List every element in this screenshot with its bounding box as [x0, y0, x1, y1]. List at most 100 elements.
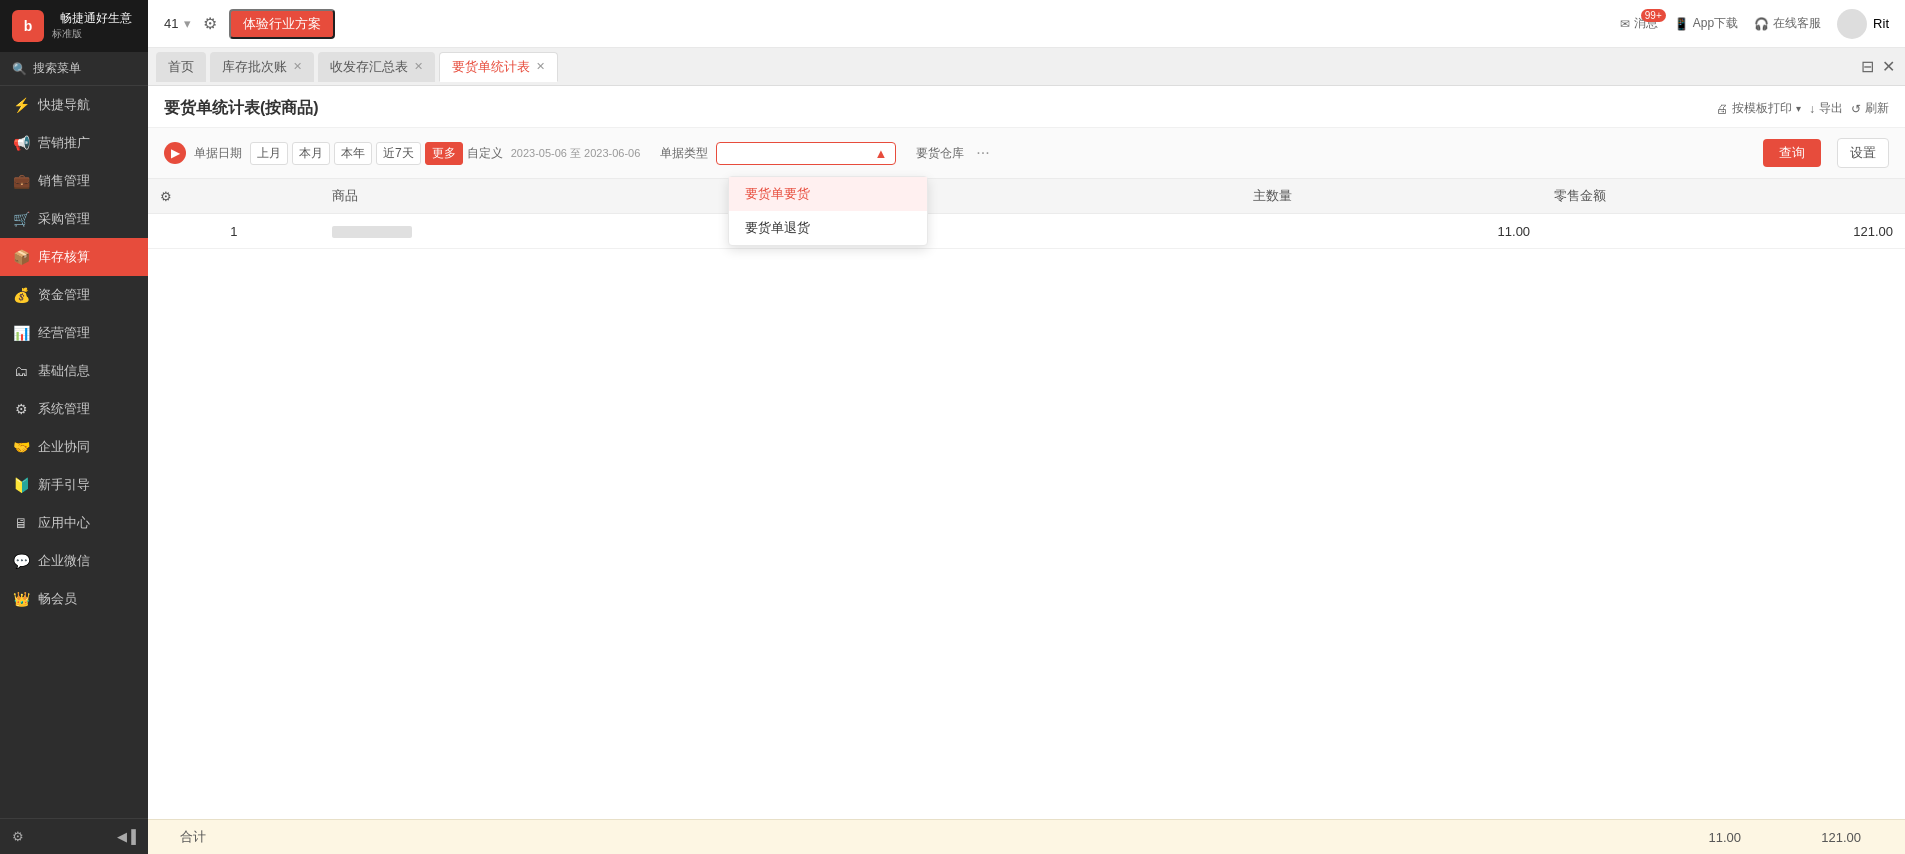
- brand-sub: 标准版: [52, 27, 132, 41]
- sidebar-item-label: 经营管理: [38, 324, 90, 342]
- footer-qty: 11.00: [1653, 830, 1773, 845]
- main-area: 41 ▾ ⚙ 体验行业方案 ✉ 消息 99+ 📱 App下载 🎧 在线客服 Ri…: [148, 0, 1905, 854]
- export-btn[interactable]: ↓ 导出: [1809, 100, 1843, 117]
- sidebar-item-marketing[interactable]: 📢 营销推广: [0, 124, 148, 162]
- export-icon: ↓: [1809, 102, 1815, 116]
- date-up-btn[interactable]: 上月: [250, 142, 288, 165]
- col-qty-header: 主数量: [1241, 179, 1542, 214]
- type-select[interactable]: ▲: [716, 142, 896, 165]
- warehouse-more-btn[interactable]: ···: [976, 144, 989, 162]
- tab-collection-summary[interactable]: 收发存汇总表 ✕: [318, 52, 435, 82]
- date-more-btn[interactable]: 更多: [425, 142, 463, 165]
- data-table: ⚙ 商品 主计量单位 主数量 零售金额 1 块: [148, 179, 1905, 249]
- date-month-btn[interactable]: 本月: [292, 142, 330, 165]
- col-settings-icon[interactable]: ⚙: [160, 189, 172, 204]
- refresh-icon: ↺: [1851, 102, 1861, 116]
- sidebar-item-basic[interactable]: 🗂 基础信息: [0, 352, 148, 390]
- sidebar-item-label: 畅会员: [38, 590, 77, 608]
- table-container: ⚙ 商品 主计量单位 主数量 零售金额 1 块: [148, 179, 1905, 819]
- refresh-label: 刷新: [1865, 100, 1889, 117]
- app-download-btn[interactable]: 📱 App下载: [1674, 15, 1738, 32]
- search-menu[interactable]: 🔍 搜索菜单: [0, 52, 148, 86]
- tabbar: 首页 库存批次账 ✕ 收发存汇总表 ✕ 要货单统计表 ✕ ⊟ ✕: [148, 48, 1905, 86]
- type-label: 单据类型: [660, 145, 708, 162]
- sidebar-item-label: 销售管理: [38, 172, 90, 190]
- app-center-icon: 🖥: [12, 514, 30, 532]
- sidebar-item-quick-nav[interactable]: ⚡ 快捷导航: [0, 86, 148, 124]
- tabbar-expand-btn[interactable]: ⊟: [1859, 55, 1876, 78]
- table-footer: 合计 11.00 121.00: [148, 819, 1905, 854]
- sidebar-collapse-icon[interactable]: ◀▐: [117, 829, 136, 844]
- date-custom-btn[interactable]: 自定义: [467, 145, 503, 162]
- messages-badge: 99+: [1641, 9, 1666, 22]
- sidebar-item-wechat[interactable]: 💬 企业微信: [0, 542, 148, 580]
- date-7days-btn[interactable]: 近7天: [376, 142, 421, 165]
- sidebar-item-label: 资金管理: [38, 286, 90, 304]
- dropdown-item-requisition-return[interactable]: 要货单退货: [729, 211, 927, 245]
- sidebar-item-purchase[interactable]: 🛒 采购管理: [0, 200, 148, 238]
- tab-inventory-batch[interactable]: 库存批次账 ✕: [210, 52, 314, 82]
- tab-collection-summary-label: 收发存汇总表: [330, 58, 408, 76]
- print-label: 按模板打印: [1732, 100, 1792, 117]
- basic-icon: 🗂: [12, 362, 30, 380]
- sidebar-item-app-center[interactable]: 🖥 应用中心: [0, 504, 148, 542]
- tab-requisition-stats[interactable]: 要货单统计表 ✕: [439, 52, 558, 82]
- sidebar-item-guide[interactable]: 🔰 新手引导: [0, 466, 148, 504]
- sidebar-item-inventory[interactable]: 📦 库存核算: [0, 238, 148, 276]
- sidebar-item-vip[interactable]: 👑 畅会员: [0, 580, 148, 618]
- sidebar-item-label: 新手引导: [38, 476, 90, 494]
- refresh-btn[interactable]: ↺ 刷新: [1851, 100, 1889, 117]
- tab-requisition-stats-close[interactable]: ✕: [536, 60, 545, 73]
- sidebar-item-label: 企业协同: [38, 438, 90, 456]
- sidebar-item-finance[interactable]: 💰 资金管理: [0, 276, 148, 314]
- sidebar-item-label: 营销推广: [38, 134, 90, 152]
- quick-nav-icon: ⚡: [12, 96, 30, 114]
- user-area[interactable]: Rit: [1837, 9, 1889, 39]
- finance-icon: 💰: [12, 286, 30, 304]
- vip-icon: 👑: [12, 590, 30, 608]
- sidebar-item-system[interactable]: ⚙ 系统管理: [0, 390, 148, 428]
- col-amount-header: 零售金额: [1542, 179, 1905, 214]
- settings-filter-btn[interactable]: 设置: [1837, 138, 1889, 168]
- tab-home[interactable]: 首页: [156, 52, 206, 82]
- trial-btn[interactable]: 体验行业方案: [229, 9, 335, 39]
- enterprise-icon: 🤝: [12, 438, 30, 456]
- messages-icon: ✉: [1620, 17, 1630, 31]
- sidebar-item-enterprise[interactable]: 🤝 企业协同: [0, 428, 148, 466]
- date-quick-btns: 上月 本月 本年 近7天 更多 自定义: [250, 142, 503, 165]
- filter-expand-btn[interactable]: ▶: [164, 142, 186, 164]
- company-selector[interactable]: 41 ▾: [164, 16, 191, 31]
- table-header-row: ⚙ 商品 主计量单位 主数量 零售金额: [148, 179, 1905, 214]
- print-icon: 🖨: [1716, 102, 1728, 116]
- app-download-icon: 📱: [1674, 17, 1689, 31]
- print-arrow-icon: ▾: [1796, 103, 1801, 114]
- purchase-icon: 🛒: [12, 210, 30, 228]
- tab-requisition-stats-label: 要货单统计表: [452, 58, 530, 76]
- date-label: 单据日期: [194, 145, 242, 162]
- col-settings-header[interactable]: ⚙: [148, 179, 320, 214]
- tab-collection-summary-close[interactable]: ✕: [414, 60, 423, 73]
- print-btn[interactable]: 🖨 按模板打印 ▾: [1716, 100, 1801, 117]
- messages-btn[interactable]: ✉ 消息 99+: [1620, 15, 1658, 32]
- dropdown-item-requisition-order[interactable]: 要货单要货: [729, 177, 927, 211]
- sidebar-settings-icon[interactable]: ⚙: [12, 829, 24, 844]
- sidebar-item-operation[interactable]: 📊 经营管理: [0, 314, 148, 352]
- tabbar-controls: ⊟ ✕: [1859, 55, 1897, 78]
- date-range-text: 2023-05-06 至 2023-06-06: [511, 146, 641, 161]
- product-placeholder: [332, 226, 412, 238]
- page-title: 要货单统计表(按商品): [164, 98, 319, 119]
- footer-amount: 121.00: [1773, 830, 1893, 845]
- online-service-label: 在线客服: [1773, 15, 1821, 32]
- company-dropdown-icon: ▾: [184, 16, 191, 31]
- tab-inventory-batch-close[interactable]: ✕: [293, 60, 302, 73]
- tabbar-close-all-btn[interactable]: ✕: [1880, 55, 1897, 78]
- date-year-btn[interactable]: 本年: [334, 142, 372, 165]
- cell-qty: 11.00: [1241, 214, 1542, 249]
- query-btn[interactable]: 查询: [1763, 139, 1821, 167]
- tab-home-label: 首页: [168, 58, 194, 76]
- topbar-settings-icon[interactable]: ⚙: [203, 14, 217, 33]
- online-service-btn[interactable]: 🎧 在线客服: [1754, 15, 1821, 32]
- sidebar-item-sales[interactable]: 💼 销售管理: [0, 162, 148, 200]
- brand-name: 畅捷通好生意: [60, 11, 132, 27]
- type-select-arrow: ▲: [874, 146, 887, 161]
